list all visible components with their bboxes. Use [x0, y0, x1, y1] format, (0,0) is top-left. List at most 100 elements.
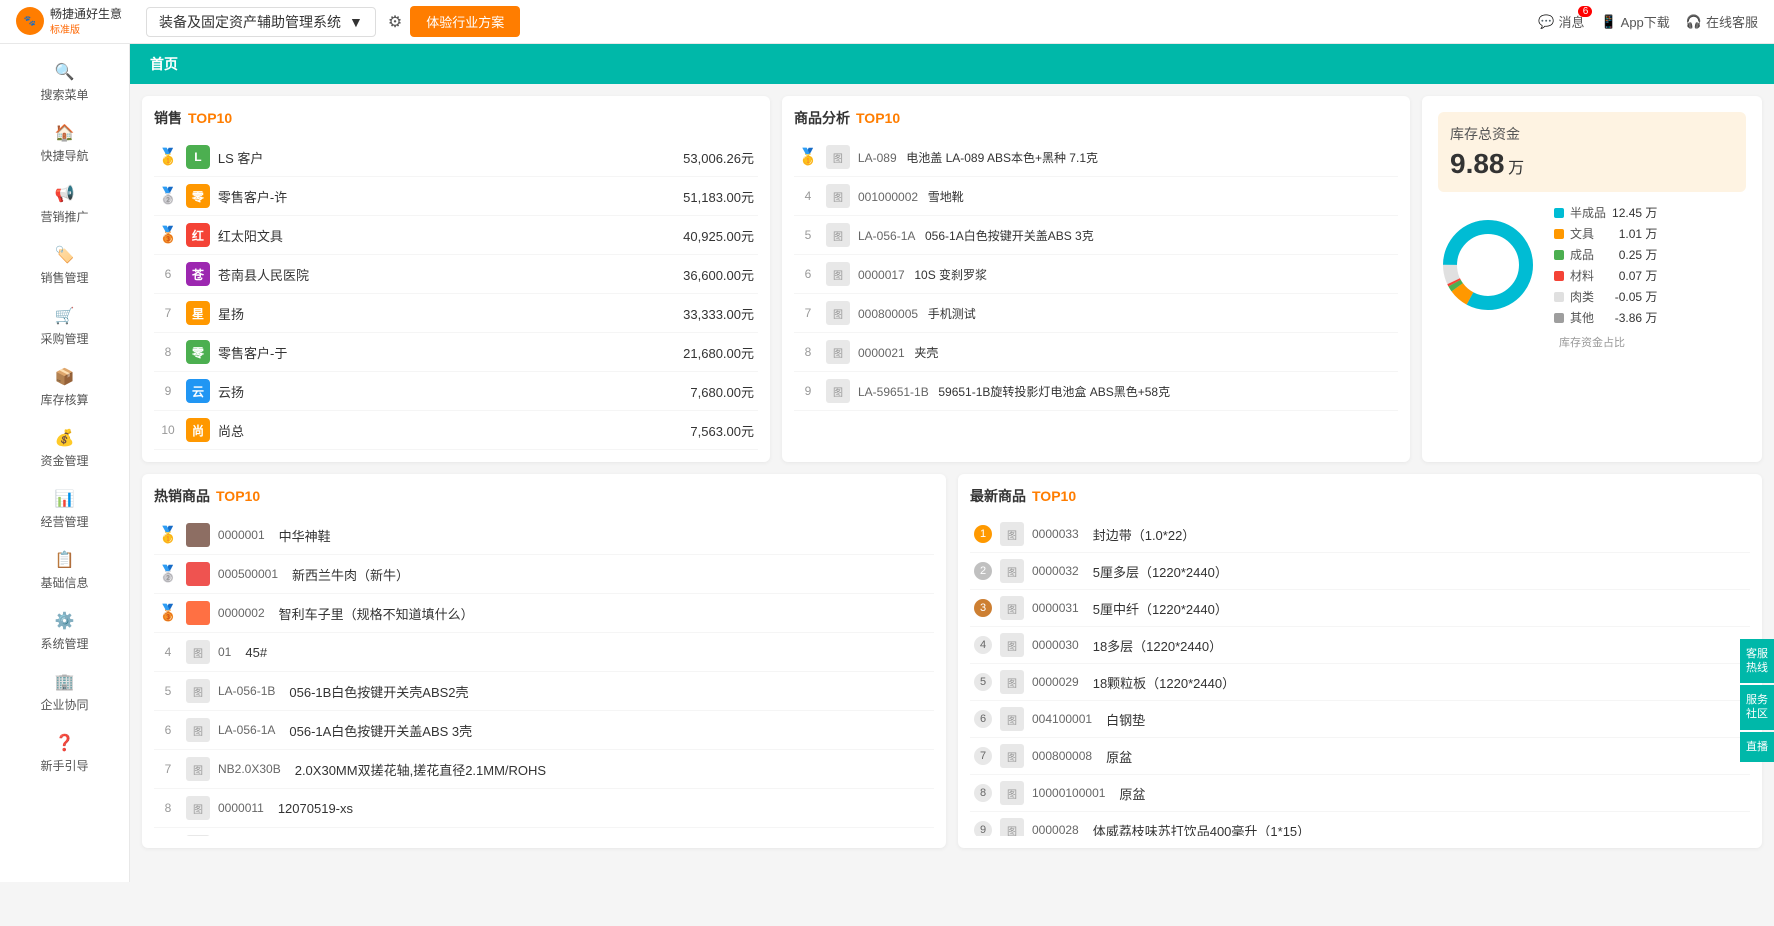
- rank-circle: 7: [974, 747, 992, 765]
- float-buttons: 客服热线 服务社区 直播: [1740, 639, 1774, 762]
- rank-num: 5: [798, 228, 818, 242]
- sidebar-item-system[interactable]: ⚙️ 系统管理: [0, 601, 129, 662]
- live-btn[interactable]: 直播: [1740, 732, 1774, 762]
- product-img: 图: [1000, 781, 1024, 805]
- list-item: 7 图 000800008 原盆: [970, 738, 1750, 775]
- inventory-card: 库存总资金 9.88 万: [1422, 96, 1762, 462]
- system-name-btn[interactable]: 装备及固定资产辅助管理系统 ▼: [146, 7, 376, 37]
- sidebar-item-guide[interactable]: ❓ 新手引导: [0, 723, 129, 784]
- phone-icon: 📱: [1600, 14, 1616, 30]
- enterprise-icon: 🏢: [55, 672, 75, 692]
- list-item: 5 图 0000029 18颗粒板（1220*2440）: [970, 664, 1750, 701]
- rank-circle: 9: [974, 821, 992, 836]
- rank-medal: 🥈: [158, 564, 178, 584]
- customer-amount: 53,006.26元: [683, 148, 754, 167]
- product-code: LA-089: [858, 151, 897, 165]
- product-img: 图: [186, 796, 210, 820]
- title-text: 热销商品: [154, 486, 210, 506]
- page-header: 首页: [130, 44, 1774, 84]
- settings-button[interactable]: ⚙: [388, 12, 402, 32]
- customer-amount: 21,680.00元: [683, 343, 754, 362]
- sidebar-item-enterprise[interactable]: 🏢 企业协同: [0, 662, 129, 723]
- legend-item: 其他 -3.86 万: [1554, 309, 1657, 326]
- sidebar-item-finance[interactable]: 💰 资金管理: [0, 418, 129, 479]
- sidebar-item-inventory[interactable]: 📦 库存核算: [0, 357, 129, 418]
- hot-products-title: 热销商品 TOP10: [154, 486, 934, 506]
- customer-top10-card: 销售 TOP10 🥇 L LS 客户 53,006.26元 🥈 零 零售客户-许: [142, 96, 770, 462]
- product-img: 图: [826, 301, 850, 325]
- system-selector: 装备及固定资产辅助管理系统 ▼ ⚙ 体验行业方案: [146, 6, 1538, 37]
- sidebar-item-basic[interactable]: 📋 基础信息: [0, 540, 129, 601]
- rank-medal: 🥇: [158, 525, 178, 545]
- product-img: 图: [1000, 522, 1024, 546]
- customer-name: 云扬: [218, 382, 682, 401]
- logo-sub: 标准版: [50, 21, 122, 36]
- title-highlight: TOP10: [856, 110, 900, 126]
- rank-medal: 🥈: [158, 186, 178, 206]
- list-item: 3 图 0000031 5厘中纤（1220*2440）: [970, 590, 1750, 627]
- product-img: 图: [826, 379, 850, 403]
- rank-circle: 3: [974, 599, 992, 617]
- list-item: 8 图 10000100001 原盆: [970, 775, 1750, 812]
- title-text: 最新商品: [970, 486, 1026, 506]
- legend-item: 成品 0.25 万: [1554, 246, 1657, 263]
- rank-num: 8: [158, 801, 178, 815]
- list-item: 1 图 0000033 封边带（1.0*22）: [970, 516, 1750, 553]
- product-img: 图: [1000, 559, 1024, 583]
- tab-home[interactable]: 首页: [150, 54, 178, 74]
- product-name: 电池盖 LA-089 ABS本色+黑种 7.1克: [906, 151, 1098, 165]
- product-img: 图: [826, 145, 850, 169]
- product-info: 000800005 手机测试: [858, 305, 1394, 322]
- avatar: 零: [186, 340, 210, 364]
- list-item: 6 图 0000017 10S 变刹罗浆: [794, 255, 1398, 294]
- new-products-title: 最新商品 TOP10: [970, 486, 1750, 506]
- avatar: 苍: [186, 262, 210, 286]
- products-sold-title: 商品分析 TOP10: [794, 108, 1398, 128]
- topbar-actions: 💬 消息 6 📱 App下载 🎧 在线客服: [1538, 12, 1758, 31]
- inventory-total: 库存总资金 9.88 万: [1438, 112, 1746, 192]
- product-img: [186, 523, 210, 547]
- product-img: 图: [186, 835, 210, 836]
- list-item: 🥈 零 零售客户-许 51,183.00元: [154, 177, 758, 216]
- customer-service-btn[interactable]: 客服热线: [1740, 639, 1774, 684]
- rank-circle: 4: [974, 636, 992, 654]
- list-item: 6 图 LA-056-1A 056-1A白色按键开关盖ABS 3壳: [154, 711, 934, 750]
- legend-color: [1554, 292, 1564, 302]
- new-products-list: 1 图 0000033 封边带（1.0*22） 2 图 0000032 5厘多层…: [970, 516, 1750, 836]
- sidebar-item-sales[interactable]: 🏷️ 销售管理: [0, 235, 129, 296]
- inventory-value: 9.88: [1450, 148, 1505, 179]
- customer-amount: 7,680.00元: [690, 382, 754, 401]
- list-item: 6 苍 苍南县人民医院 36,600.00元: [154, 255, 758, 294]
- legend-item: 半成品 12.45 万: [1554, 204, 1657, 221]
- online-service-button[interactable]: 🎧 在线客服: [1686, 12, 1758, 31]
- community-btn[interactable]: 服务社区: [1740, 685, 1774, 730]
- sidebar-item-search[interactable]: 🔍 搜索菜单: [0, 52, 129, 113]
- message-icon: 💬: [1538, 14, 1554, 30]
- product-info: LA-056-1A 056-1A白色按键开关盖ABS 3克: [858, 227, 1394, 244]
- messages-button[interactable]: 💬 消息 6: [1538, 12, 1584, 31]
- rank-num: 7: [158, 306, 178, 320]
- sidebar-item-quicknav[interactable]: 🏠 快捷导航: [0, 113, 129, 174]
- rank-num: 6: [798, 267, 818, 281]
- product-img: 图: [1000, 596, 1024, 620]
- legend-color: [1554, 208, 1564, 218]
- list-item: 8 零 零售客户-于 21,680.00元: [154, 333, 758, 372]
- title-text: 销售: [154, 108, 182, 128]
- list-item: 7 星 星扬 33,333.00元: [154, 294, 758, 333]
- trial-button[interactable]: 体验行业方案: [410, 6, 520, 37]
- rank-circle: 6: [974, 710, 992, 728]
- products-sold-list: 🥇 图 LA-089 电池盖 LA-089 ABS本色+黑种 7.1克 4 图 …: [794, 138, 1398, 411]
- bottom-section: 热销商品 TOP10 🥇 0000001 中华神鞋 🥈 000500001 新: [130, 474, 1774, 860]
- product-info: LA-59651-1B 59651-1B旋转投影灯电池盒 ABS黑色+58克: [858, 383, 1394, 400]
- product-img: 图: [1000, 818, 1024, 836]
- customer-amount: 7,563.00元: [690, 421, 754, 440]
- rank-circle: 8: [974, 784, 992, 802]
- sidebar-item-purchase[interactable]: 🛒 采购管理: [0, 296, 129, 357]
- sidebar-item-marketing[interactable]: 📢 营销推广: [0, 174, 129, 235]
- sidebar-item-operations[interactable]: 📊 经营管理: [0, 479, 129, 540]
- list-item: 8 图 0000011 12070519-xs: [154, 789, 934, 828]
- rank-medal: 🥉: [158, 225, 178, 245]
- finance-icon: 💰: [55, 428, 75, 448]
- app-download-button[interactable]: 📱 App下载: [1600, 12, 1669, 31]
- legend-item: 材料 0.07 万: [1554, 267, 1657, 284]
